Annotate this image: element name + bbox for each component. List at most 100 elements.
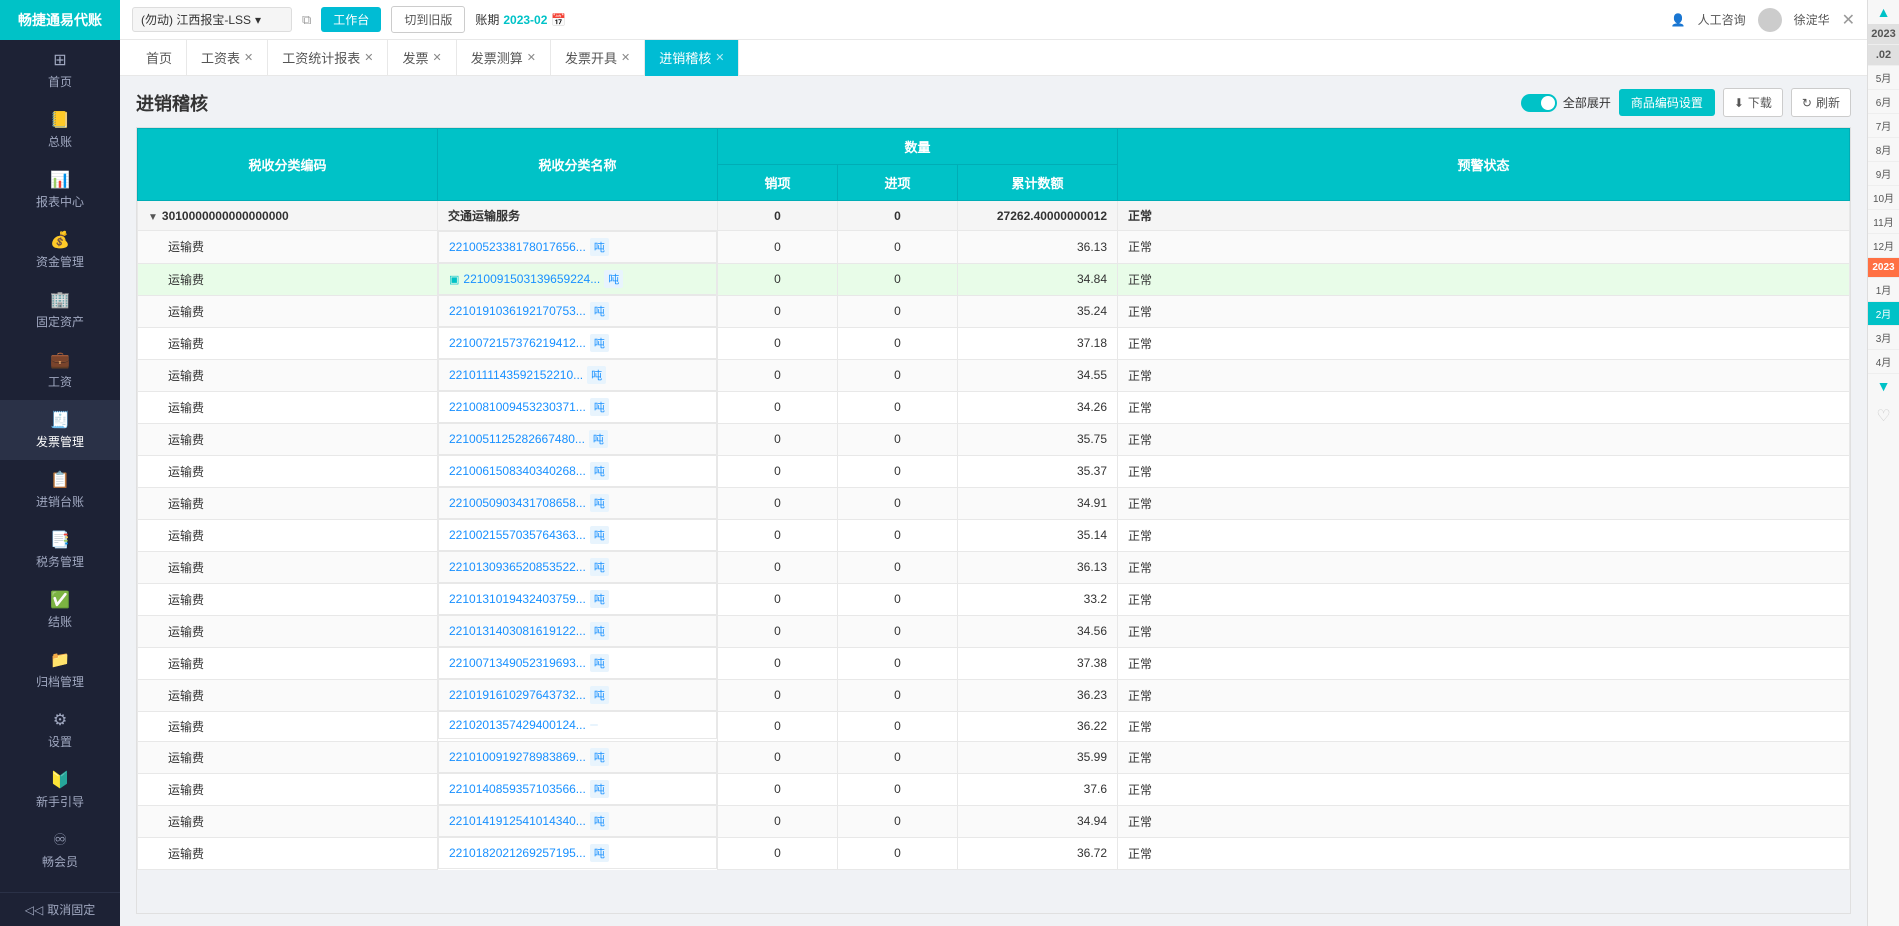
table-row[interactable]: 运输费 2210182021269257195... 吨 0 0 36.72 正… bbox=[138, 837, 1850, 869]
table-row[interactable]: 运输费 2210061508340340268... 吨 0 0 35.37 正… bbox=[138, 455, 1850, 487]
sidebar-item-invoice[interactable]: 🧾 发票管理 bbox=[0, 400, 120, 460]
copy-icon[interactable]: ⧉ bbox=[302, 12, 311, 28]
sidebar-item-settings[interactable]: ⚙ 设置 bbox=[0, 700, 120, 760]
table-row[interactable]: 运输费 2210072157376219412... 吨 0 0 37.18 正… bbox=[138, 327, 1850, 359]
guide-icon: 🔰 bbox=[50, 770, 70, 790]
cell-code-short: 运输费 bbox=[138, 327, 438, 359]
tab-close-invoice-open[interactable]: ✕ bbox=[621, 51, 630, 64]
cal-month-3[interactable]: 3月 bbox=[1868, 326, 1899, 350]
cell-purchase: 0 bbox=[838, 231, 958, 264]
expand-toggle[interactable] bbox=[1521, 94, 1557, 112]
settings-btn[interactable]: 商品编码设置 bbox=[1619, 89, 1715, 116]
cal-month-2[interactable]: 2月 bbox=[1868, 302, 1899, 326]
cell-total: 34.91 bbox=[958, 487, 1118, 519]
tab-salary-stats[interactable]: 工资统计报表 ✕ bbox=[268, 40, 388, 76]
cell-code-short: 运输费 bbox=[138, 551, 438, 583]
table-row[interactable]: 运输费 2210050903431708658... 吨 0 0 34.91 正… bbox=[138, 487, 1850, 519]
tab-home[interactable]: 首页 bbox=[132, 40, 187, 76]
cal-month-9[interactable]: 9月 bbox=[1868, 162, 1899, 186]
cell-invoice: 2210182021269257195... 吨 bbox=[438, 837, 717, 869]
table-row[interactable]: 运输费 2210100919278983869... 吨 0 0 35.99 正… bbox=[138, 741, 1850, 773]
page-content: 进销稽核 全部展开 商品编码设置 ⬇ 下载 ↻ 刷新 bbox=[120, 76, 1867, 926]
cal-heart-icon[interactable]: ♡ bbox=[1876, 406, 1890, 426]
tab-close-invoice-calc[interactable]: ✕ bbox=[527, 51, 536, 64]
table-row[interactable]: 运输费 2210081009453230371... 吨 0 0 34.26 正… bbox=[138, 391, 1850, 423]
sidebar-item-funds[interactable]: 💰 资金管理 bbox=[0, 220, 120, 280]
sidebar-item-tax[interactable]: 📑 税务管理 bbox=[0, 520, 120, 580]
cell-total: 37.18 bbox=[958, 327, 1118, 359]
sidebar-item-reports[interactable]: 📊 报表中心 bbox=[0, 160, 120, 220]
calendar-icon[interactable]: 📅 bbox=[551, 13, 566, 27]
assets-icon: 🏢 bbox=[50, 290, 70, 310]
tab-close-invoice[interactable]: ✕ bbox=[433, 51, 442, 64]
cell-purchase: 0 bbox=[838, 327, 958, 359]
sidebar-item-archive[interactable]: 📁 归档管理 bbox=[0, 640, 120, 700]
table-row[interactable]: 运输费 2210111143592152210... 吨 0 0 34.55 正… bbox=[138, 359, 1850, 391]
table-row[interactable]: 运输费 2210191036192170753... 吨 0 0 35.24 正… bbox=[138, 295, 1850, 327]
topbar-close-button[interactable]: ✕ bbox=[1842, 10, 1855, 30]
cell-purchase: 0 bbox=[838, 391, 958, 423]
table-row[interactable]: 运输费 2210140859357103566... 吨 0 0 37.6 正常 bbox=[138, 773, 1850, 805]
cal-month-7[interactable]: 7月 bbox=[1868, 114, 1899, 138]
pin-button[interactable]: ◁◁ 取消固定 bbox=[0, 892, 120, 926]
table-row[interactable]: 运输费 2210021557035764363... 吨 0 0 35.14 正… bbox=[138, 519, 1850, 551]
table-row[interactable]: 运输费 2210191610297643732... 吨 0 0 36.23 正… bbox=[138, 679, 1850, 711]
cell-purchase: 0 bbox=[838, 805, 958, 837]
sidebar-item-member[interactable]: ♾ 畅会员 bbox=[0, 820, 120, 880]
cell-invoice: 2210201357429400124... bbox=[438, 711, 717, 739]
tab-close-reconcile[interactable]: ✕ bbox=[715, 51, 724, 64]
refresh-btn[interactable]: ↻ 刷新 bbox=[1791, 88, 1851, 117]
cell-code-short: 运输费 bbox=[138, 263, 438, 295]
table-row[interactable]: 运输费 2210141912541014340... 吨 0 0 34.94 正… bbox=[138, 805, 1850, 837]
sidebar-item-sales[interactable]: 📋 进销台账 bbox=[0, 460, 120, 520]
cal-month-12[interactable]: 12月 bbox=[1868, 234, 1899, 258]
cal-month-6[interactable]: 6月 bbox=[1868, 90, 1899, 114]
cell-code-short: 运输费 bbox=[138, 231, 438, 264]
table-row[interactable]: 运输费 2210071349052319693... 吨 0 0 37.38 正… bbox=[138, 647, 1850, 679]
table-row[interactable]: 运输费 2210131019432403759... 吨 0 0 33.2 正常 bbox=[138, 583, 1850, 615]
sidebar-item-assets[interactable]: 🏢 固定资产 bbox=[0, 280, 120, 340]
cal-month-1[interactable]: 1月 bbox=[1868, 278, 1899, 302]
th-tax-name: 税收分类名称 bbox=[438, 129, 718, 201]
tab-reconcile[interactable]: 进销稽核 ✕ bbox=[645, 40, 739, 76]
tab-invoice[interactable]: 发票 ✕ bbox=[388, 40, 456, 76]
sidebar-item-settle[interactable]: ✅ 结账 bbox=[0, 580, 120, 640]
tab-close-salary-stats[interactable]: ✕ bbox=[364, 51, 373, 64]
cal-month-10[interactable]: 10月 bbox=[1868, 186, 1899, 210]
sidebar-item-home[interactable]: ⊞ 首页 bbox=[0, 40, 120, 100]
sidebar-item-salary[interactable]: 💼 工资 bbox=[0, 340, 120, 400]
tab-close-salary-table[interactable]: ✕ bbox=[244, 51, 253, 64]
right-calendar: ▲ 2023 .02 5月 6月 7月 8月 9月 10月 11月 12月 20… bbox=[1867, 0, 1899, 926]
company-selector[interactable]: (勿动) 江西报宝-LSS ▾ bbox=[132, 7, 292, 32]
sidebar-item-ledger[interactable]: 📒 总账 bbox=[0, 100, 120, 160]
table-row[interactable]: ▼3010000000000000000 交通运输服务 0 0 27262.40… bbox=[138, 201, 1850, 231]
cal-year-2023[interactable]: 2023 bbox=[1868, 258, 1899, 278]
cal-year-top: 2023 bbox=[1868, 24, 1899, 45]
switch-version-button[interactable]: 切到旧版 bbox=[391, 6, 465, 33]
table-row[interactable]: 运输费 2210051125282667480... 吨 0 0 35.75 正… bbox=[138, 423, 1850, 455]
tab-salary-table[interactable]: 工资表 ✕ bbox=[187, 40, 268, 76]
table-row[interactable]: 运输费 2210130936520853522... 吨 0 0 36.13 正… bbox=[138, 551, 1850, 583]
cell-sale: 0 bbox=[718, 647, 838, 679]
workbench-button[interactable]: 工作台 bbox=[321, 7, 381, 32]
table-row[interactable]: 运输费 2210131403081619122... 吨 0 0 34.56 正… bbox=[138, 615, 1850, 647]
cell-total: 36.72 bbox=[958, 837, 1118, 869]
cal-month-11[interactable]: 11月 bbox=[1868, 210, 1899, 234]
cal-up-icon[interactable]: ▲ bbox=[1875, 0, 1893, 24]
table-row[interactable]: 运输费 2210201357429400124... 0 0 36.22 正常 bbox=[138, 711, 1850, 741]
cell-code-short: 运输费 bbox=[138, 773, 438, 805]
page-actions: 全部展开 商品编码设置 ⬇ 下载 ↻ 刷新 bbox=[1521, 88, 1851, 117]
cell-total: 35.99 bbox=[958, 741, 1118, 773]
table-row[interactable]: 运输费 2210052338178017656... 吨 0 0 36.13 正… bbox=[138, 231, 1850, 264]
refresh-icon: ↻ bbox=[1802, 96, 1812, 110]
cal-month-4[interactable]: 4月 bbox=[1868, 350, 1899, 374]
tab-invoice-open[interactable]: 发票开具 ✕ bbox=[551, 40, 645, 76]
sidebar-item-guide[interactable]: 🔰 新手引导 bbox=[0, 760, 120, 820]
table-row[interactable]: 运输费 ▣ 2210091503139659224... 吨 0 0 34.84… bbox=[138, 263, 1850, 295]
cal-month-5[interactable]: 5月 bbox=[1868, 66, 1899, 90]
download-btn[interactable]: ⬇ 下载 bbox=[1723, 88, 1783, 117]
cal-down-icon[interactable]: ▼ bbox=[1875, 374, 1893, 398]
cell-code-short: 运输费 bbox=[138, 295, 438, 327]
tab-invoice-calc[interactable]: 发票测算 ✕ bbox=[457, 40, 551, 76]
cal-month-8[interactable]: 8月 bbox=[1868, 138, 1899, 162]
